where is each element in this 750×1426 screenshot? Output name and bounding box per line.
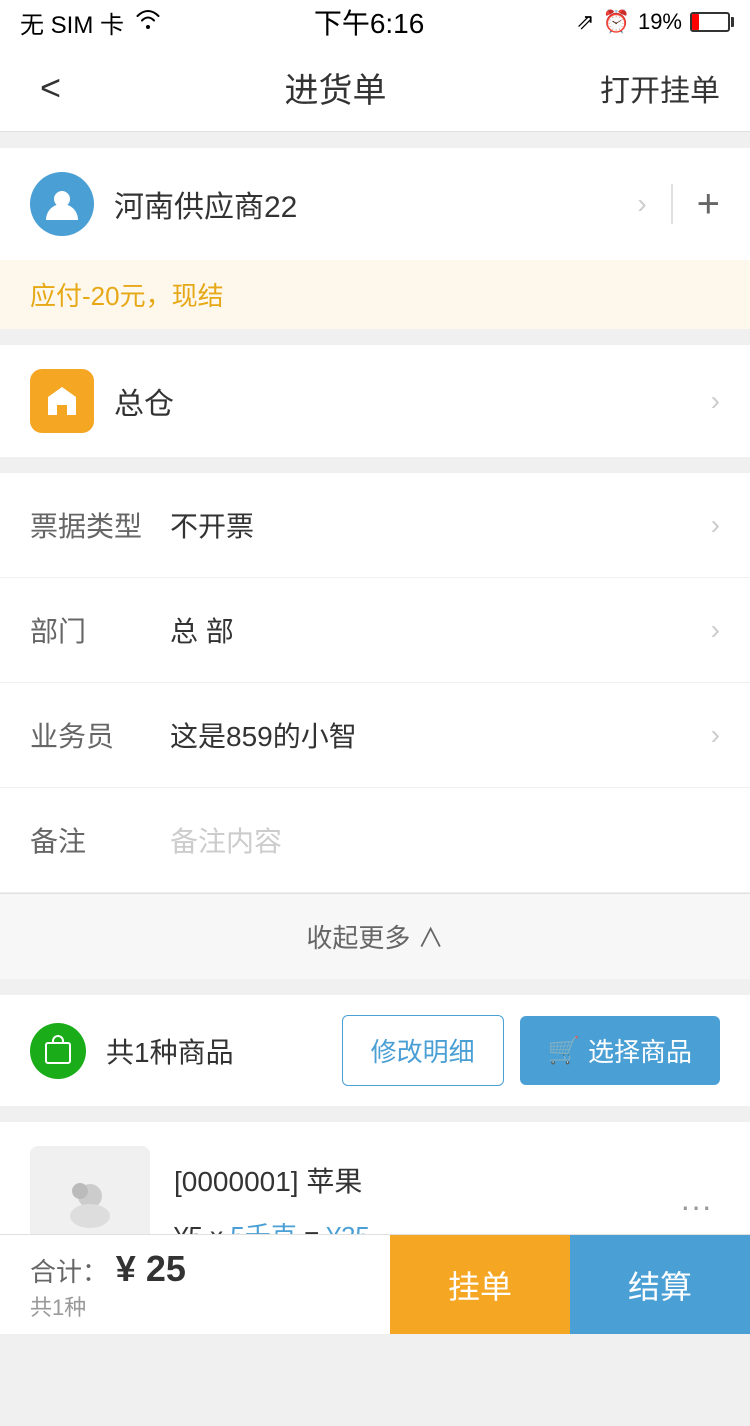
chevron-right-icon: › [637, 188, 646, 220]
invoice-chevron-icon: › [711, 509, 720, 541]
product-title: 苹果 [306, 1166, 362, 1197]
department-value: 总 部 [150, 610, 711, 650]
product-header: 共1种商品 修改明细 🛒 选择商品 [0, 995, 750, 1106]
notice-banner: 应付-20元，现结 [0, 260, 750, 329]
product-code: [0000001] [174, 1166, 306, 1197]
total-label: 合计： [30, 1257, 108, 1287]
remark-row[interactable]: 备注 备注内容 [0, 788, 750, 893]
more-options-button[interactable]: ··· [672, 1180, 720, 1233]
remark-input[interactable]: 备注内容 [150, 820, 720, 860]
location-icon: ⇗ [576, 9, 594, 35]
status-left: 无 SIM 卡 [20, 5, 162, 40]
hold-button[interactable]: 挂单 [390, 1235, 570, 1334]
status-time: 下午6:16 [314, 2, 425, 42]
page-title: 进货单 [285, 63, 387, 112]
department-label: 部门 [30, 610, 150, 650]
alarm-icon: ⏰ [603, 9, 630, 35]
warehouse-name: 总仓 [114, 379, 711, 423]
product-count-icon [30, 1023, 86, 1079]
bottom-bar: 合计： ¥ 25 共1种 挂单 结算 [0, 1234, 750, 1334]
battery-icon [690, 12, 730, 32]
open-hold-button[interactable]: 打开挂单 [600, 66, 720, 110]
salesman-row[interactable]: 业务员 这是859的小智 › [0, 683, 750, 788]
department-row[interactable]: 部门 总 部 › [0, 578, 750, 683]
supplier-card: 河南供应商22 › + 应付-20元，现结 [0, 148, 750, 329]
wifi-icon [134, 8, 162, 36]
invoice-type-row[interactable]: 票据类型 不开票 › [0, 473, 750, 578]
warehouse-row[interactable]: 总仓 › [0, 345, 750, 457]
carrier-text: 无 SIM 卡 [20, 5, 124, 40]
total-count: 共1种 [30, 1290, 360, 1322]
invoice-type-label: 票据类型 [30, 505, 150, 545]
supplier-row[interactable]: 河南供应商22 › + [0, 148, 750, 260]
invoice-type-value: 不开票 [150, 505, 711, 545]
warehouse-icon [30, 369, 94, 433]
status-bar: 无 SIM 卡 下午6:16 ⇗ ⏰ 19% [0, 0, 750, 44]
warehouse-chevron-icon: › [711, 385, 720, 417]
status-right: ⇗ ⏰ 19% [576, 9, 730, 35]
salesman-chevron-icon: › [711, 719, 720, 751]
add-supplier-button[interactable]: + [697, 182, 720, 227]
edit-detail-button[interactable]: 修改明细 [342, 1015, 504, 1086]
salesman-value: 这是859的小智 [150, 715, 711, 755]
battery-text: 19% [638, 9, 682, 35]
total-amount: ¥ 25 [116, 1248, 186, 1289]
settle-button[interactable]: 结算 [570, 1235, 750, 1334]
form-card: 票据类型 不开票 › 部门 总 部 › 业务员 这是859的小智 › 备注 备注… [0, 473, 750, 979]
select-product-button[interactable]: 🛒 选择商品 [520, 1016, 720, 1085]
back-button[interactable]: < [30, 57, 71, 119]
divider [671, 184, 673, 224]
department-chevron-icon: › [711, 614, 720, 646]
product-name: [0000001] 苹果 [174, 1160, 648, 1200]
product-count-text: 共1种商品 [106, 1031, 342, 1071]
select-product-label: 选择商品 [588, 1032, 692, 1069]
collapse-button[interactable]: 收起更多 ∧ [0, 893, 750, 979]
cart-icon: 🛒 [548, 1035, 580, 1066]
total-area: 合计： ¥ 25 共1种 [0, 1248, 390, 1322]
total-row: 合计： ¥ 25 [30, 1248, 360, 1290]
salesman-label: 业务员 [30, 715, 150, 755]
supplier-name: 河南供应商22 [114, 182, 637, 226]
product-section: 共1种商品 修改明细 🛒 选择商品 [0, 995, 750, 1106]
remark-label: 备注 [30, 820, 150, 860]
supplier-avatar [30, 172, 94, 236]
notice-text: 应付-20元，现结 [30, 281, 224, 311]
warehouse-card[interactable]: 总仓 › [0, 345, 750, 457]
nav-bar: < 进货单 打开挂单 [0, 44, 750, 132]
